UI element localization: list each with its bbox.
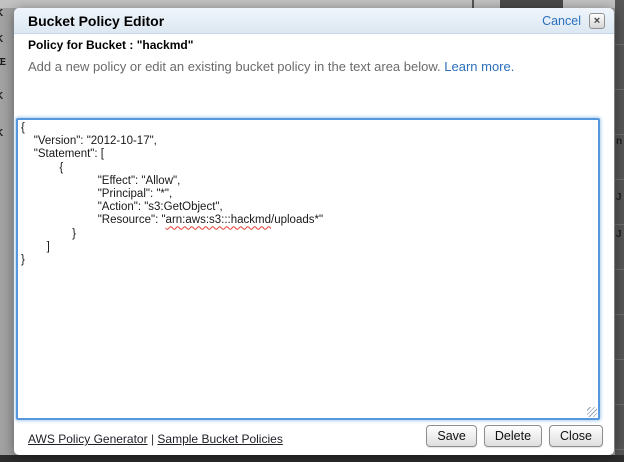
- dialog-titlebar: Bucket Policy Editor Cancel ×: [14, 8, 614, 34]
- background-text-fragment: Œ: [0, 58, 6, 68]
- aws-policy-generator-link[interactable]: AWS Policy Generator: [28, 432, 148, 446]
- close-x-icon: ×: [594, 15, 600, 27]
- background-text-fragment: K: [0, 9, 3, 19]
- links-separator: |: [151, 432, 154, 446]
- background-text-fragment: n: [616, 137, 622, 147]
- instructions-text: Add a new policy or edit an existing buc…: [28, 59, 514, 74]
- resource-prefix: "Resource": ": [21, 214, 166, 226]
- dialog-button-row: Save Delete Close: [419, 425, 603, 447]
- delete-button[interactable]: Delete: [484, 425, 542, 447]
- policy-line: "Principal": "*",: [21, 188, 594, 201]
- footer-links: AWS Policy Generator | Sample Bucket Pol…: [28, 432, 283, 446]
- bucket-heading: Policy for Bucket : "hackmd": [28, 38, 193, 52]
- policy-line: }: [21, 228, 594, 241]
- cancel-link[interactable]: Cancel: [542, 14, 581, 28]
- policy-line: "Version": "2012-10-17",: [21, 135, 594, 148]
- close-button[interactable]: Close: [549, 425, 603, 447]
- background-text-fragment: K: [0, 35, 3, 45]
- sample-bucket-policies-link[interactable]: Sample Bucket Policies: [157, 432, 282, 446]
- background-text-fragment: K: [0, 129, 3, 139]
- resource-suffix: /uploads*": [271, 214, 323, 226]
- policy-line: {: [21, 162, 594, 175]
- policy-line: "Statement": [: [21, 148, 594, 161]
- dialog-close-x-button[interactable]: ×: [589, 13, 605, 29]
- background-page-dark-block: [500, 0, 563, 8]
- misspelled-arn-text: arn:aws:s3:::hackmd: [166, 214, 271, 226]
- policy-line: ]: [21, 241, 594, 254]
- screen: K K Œ K K n J J Bucket Policy Editor Can…: [0, 0, 624, 462]
- policy-line: }: [21, 254, 594, 267]
- bucket-policy-editor-dialog: Bucket Policy Editor Cancel × Policy for…: [14, 8, 614, 455]
- background-text-fragment: K: [0, 92, 3, 102]
- background-text-fragment: J: [616, 230, 622, 240]
- policy-line-resource: "Resource": "arn:aws:s3:::hackmd/uploads…: [21, 214, 594, 227]
- policy-line: "Effect": "Allow",: [21, 175, 594, 188]
- policy-line: "Action": "s3:GetObject",: [21, 201, 594, 214]
- background-page-bottom: [0, 455, 624, 462]
- bucket-policy-textarea[interactable]: { "Version": "2012-10-17", "Statement": …: [16, 118, 600, 420]
- instructions-body: Add a new policy or edit an existing buc…: [28, 59, 444, 74]
- background-text-fragment: J: [616, 193, 622, 203]
- save-button[interactable]: Save: [426, 425, 477, 447]
- learn-more-link[interactable]: Learn more.: [444, 59, 514, 74]
- dialog-title: Bucket Policy Editor: [28, 13, 542, 29]
- textarea-resize-grip-icon[interactable]: [587, 407, 597, 417]
- policy-line: {: [21, 122, 594, 135]
- background-page-divider: [472, 0, 474, 8]
